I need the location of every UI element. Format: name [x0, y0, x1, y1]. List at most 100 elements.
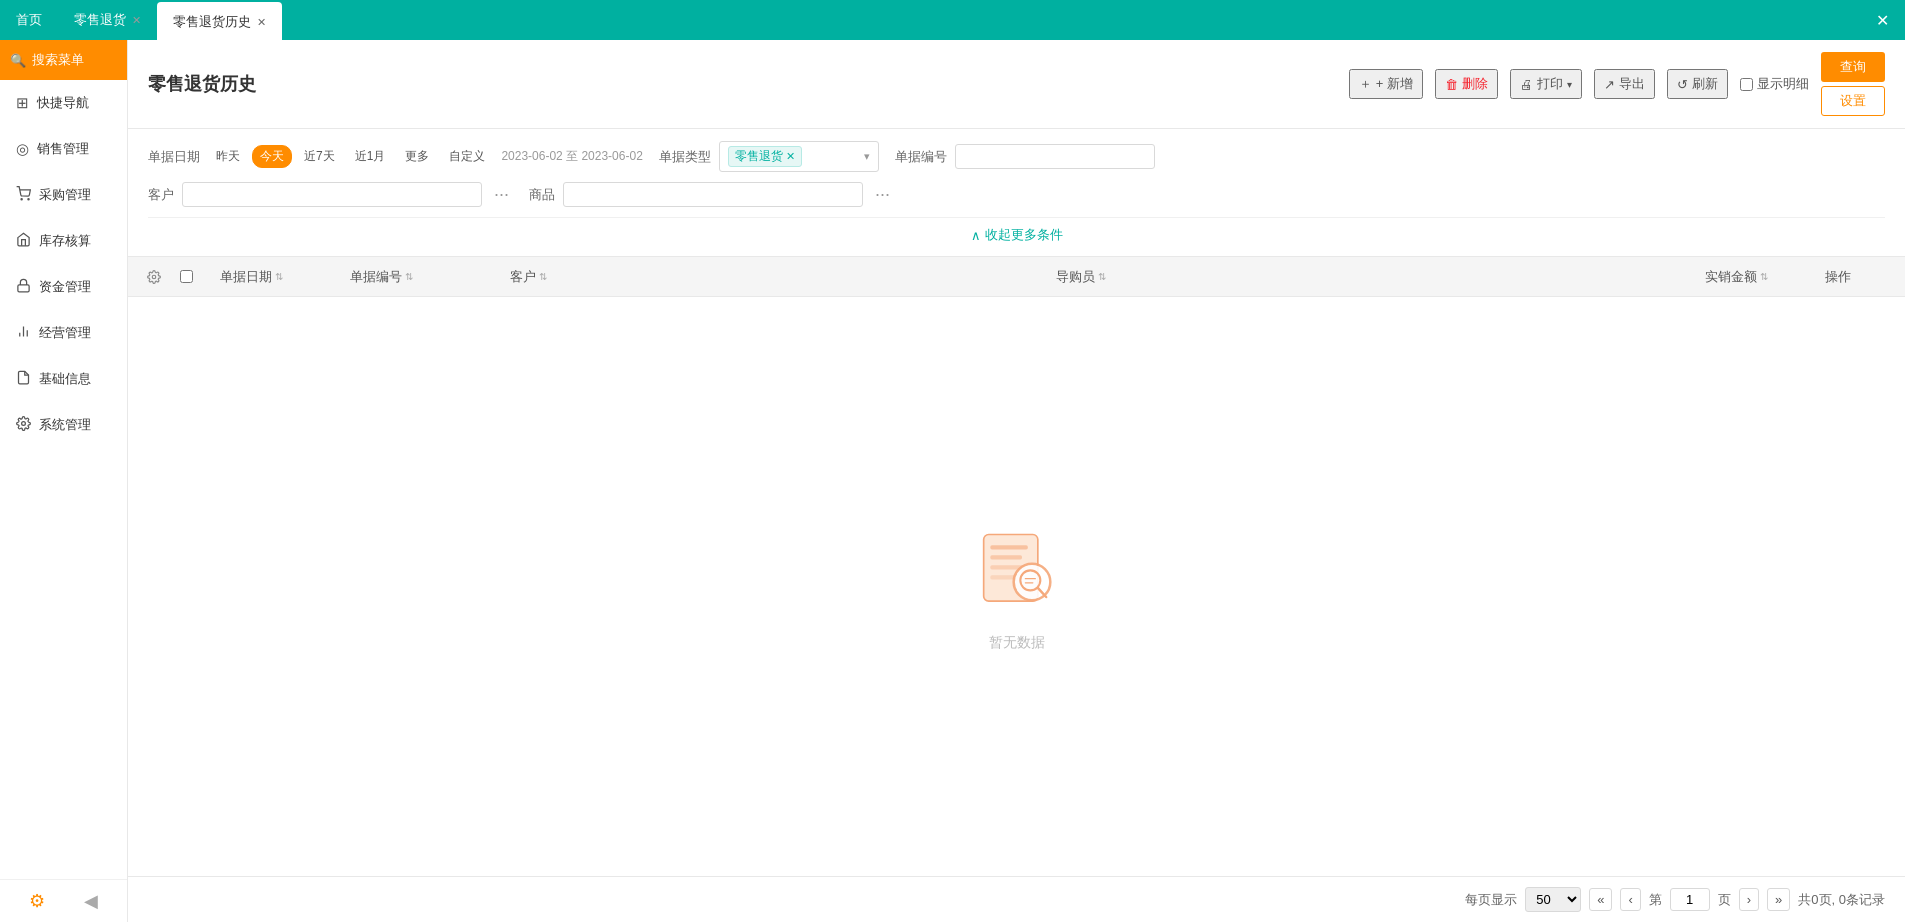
date-btn-yesterday[interactable]: 昨天 — [208, 145, 248, 168]
last-page-button[interactable]: » — [1767, 888, 1790, 911]
th-op-label: 操作 — [1825, 268, 1851, 286]
tab-retail-return-history-label: 零售退货历史 — [173, 13, 251, 31]
show-detail-checkbox[interactable] — [1740, 78, 1753, 91]
print-icon: 🖨 — [1520, 77, 1533, 92]
delete-button[interactable]: 🗑 删除 — [1435, 69, 1498, 99]
first-page-button[interactable]: « — [1589, 888, 1612, 911]
th-setting[interactable] — [136, 270, 172, 284]
th-number-label: 单据编号 — [350, 268, 402, 286]
sidebar-collapse-icon[interactable]: ◀ — [84, 890, 98, 912]
th-customer[interactable]: 客户 ⇅ — [502, 268, 1048, 286]
sort-number-icon: ⇅ — [405, 271, 413, 282]
delete-label: 删除 — [1462, 75, 1488, 93]
close-retail-return-tab[interactable]: ✕ — [132, 14, 141, 27]
page-input[interactable] — [1670, 888, 1710, 911]
per-page-select[interactable]: 20 50 100 — [1525, 887, 1581, 912]
svg-point-7 — [152, 275, 156, 279]
page-label: 第 — [1649, 891, 1662, 909]
th-date[interactable]: 单据日期 ⇅ — [212, 268, 342, 286]
sidebar-item-inventory[interactable]: 库存核算 — [0, 218, 127, 264]
sidebar-item-sys-mgmt[interactable]: 系统管理 — [0, 402, 127, 448]
date-btn-more[interactable]: 更多 — [397, 145, 437, 168]
query-button[interactable]: 查询 — [1821, 52, 1885, 82]
tab-home[interactable]: 首页 — [0, 0, 58, 40]
table-area: 单据日期 ⇅ 单据编号 ⇅ 客户 ⇅ 导购员 ⇅ 实销金额 — [128, 257, 1905, 876]
sidebar-item-finance-label: 资金管理 — [39, 278, 91, 296]
filter-docnumber-input[interactable] — [955, 144, 1155, 169]
sidebar-search-label: 搜索菜单 — [32, 51, 84, 69]
doctype-tag-value: 零售退货 — [735, 148, 783, 165]
close-history-tab[interactable]: ✕ — [257, 16, 266, 29]
new-button[interactable]: ＋ + 新增 — [1349, 69, 1423, 99]
filter-customer-input[interactable] — [182, 182, 482, 207]
set-button[interactable]: 设置 — [1821, 86, 1885, 116]
export-button[interactable]: ↗ 导出 — [1594, 69, 1655, 99]
th-amount-label: 实销金额 — [1705, 268, 1757, 286]
date-btn-custom[interactable]: 自定义 — [441, 145, 493, 168]
th-customer-label: 客户 — [510, 268, 536, 286]
show-detail-checkbox-label[interactable]: 显示明细 — [1740, 75, 1809, 93]
sidebar-item-finance[interactable]: 资金管理 — [0, 264, 127, 310]
finance-icon — [16, 278, 31, 296]
sidebar-item-sales-mgmt[interactable]: ◎ 销售管理 — [0, 126, 127, 172]
th-checkbox[interactable] — [172, 270, 212, 283]
th-date-label: 单据日期 — [220, 268, 272, 286]
sidebar-item-purchase-mgmt[interactable]: 采购管理 — [0, 172, 127, 218]
sidebar-item-sys-label: 系统管理 — [39, 416, 91, 434]
export-icon: ↗ — [1604, 77, 1615, 92]
filter-row-2: 客户 ··· 商品 ··· — [148, 182, 1885, 207]
filter-goods-input[interactable] — [563, 182, 863, 207]
filter-goods-item: 商品 ··· — [529, 182, 894, 207]
date-btn-7days[interactable]: 近7天 — [296, 145, 343, 168]
svg-point-6 — [22, 422, 26, 426]
customer-more-icon[interactable]: ··· — [490, 184, 513, 205]
sidebar-item-inventory-label: 库存核算 — [39, 232, 91, 250]
sidebar: 🔍 搜索菜单 ⊞ 快捷导航 ◎ 销售管理 采购管理 库存核算 资 — [0, 40, 128, 922]
base-info-icon — [16, 370, 31, 388]
sidebar-item-operations[interactable]: 经营管理 — [0, 310, 127, 356]
goods-more-icon[interactable]: ··· — [871, 184, 894, 205]
new-label: + 新增 — [1376, 75, 1413, 93]
filter-docnumber-item: 单据编号 — [895, 144, 1155, 169]
filter-doctype-select[interactable]: 零售退货 ✕ ▾ — [719, 141, 879, 172]
sidebar-search-bar[interactable]: 🔍 搜索菜单 — [0, 40, 127, 80]
filter-date-item: 单据日期 昨天 今天 近7天 近1月 更多 自定义 2023-06-02 至 2… — [148, 145, 643, 168]
tab-retail-return[interactable]: 零售退货 ✕ — [58, 0, 157, 40]
filter-collapse-button[interactable]: ∧ 收起更多条件 — [971, 226, 1063, 244]
print-button[interactable]: 🖨 打印 ▾ — [1510, 69, 1582, 99]
collapse-up-icon: ∧ — [971, 228, 981, 243]
content-area: 零售退货历史 ＋ + 新增 🗑 删除 🖨 打印 ▾ ↗ 导出 — [128, 40, 1905, 922]
sort-customer-icon: ⇅ — [539, 271, 547, 282]
date-btn-1month[interactable]: 近1月 — [347, 145, 394, 168]
tab-home-label: 首页 — [16, 11, 42, 29]
filter-doctype-label: 单据类型 — [659, 148, 711, 166]
sidebar-item-sales-label: 销售管理 — [37, 140, 89, 158]
filter-customer-item: 客户 ··· — [148, 182, 513, 207]
th-number[interactable]: 单据编号 ⇅ — [342, 268, 502, 286]
filter-docnumber-label: 单据编号 — [895, 148, 947, 166]
sidebar-item-quick-nav[interactable]: ⊞ 快捷导航 — [0, 80, 127, 126]
sort-date-icon: ⇅ — [275, 271, 283, 282]
main-layout: 🔍 搜索菜单 ⊞ 快捷导航 ◎ 销售管理 采购管理 库存核算 资 — [0, 40, 1905, 922]
doctype-tag-remove[interactable]: ✕ — [786, 150, 795, 163]
svg-rect-12 — [990, 575, 1015, 579]
new-icon: ＋ — [1359, 75, 1372, 93]
window-close-button[interactable]: ✕ — [1860, 11, 1905, 30]
sidebar-settings-icon[interactable]: ⚙ — [29, 890, 45, 912]
next-page-button[interactable]: › — [1739, 888, 1759, 911]
sidebar-item-base-info[interactable]: 基础信息 — [0, 356, 127, 402]
refresh-button[interactable]: ↺ 刷新 — [1667, 69, 1728, 99]
th-guide[interactable]: 导购员 ⇅ — [1048, 268, 1168, 286]
date-btn-today[interactable]: 今天 — [252, 145, 292, 168]
inventory-icon — [16, 232, 31, 250]
th-amount[interactable]: 实销金额 ⇅ — [1697, 268, 1817, 286]
export-label: 导出 — [1619, 75, 1645, 93]
tab-retail-return-history[interactable]: 零售退货历史 ✕ — [157, 2, 282, 42]
sidebar-item-base-info-label: 基础信息 — [39, 370, 91, 388]
table-select-all-checkbox[interactable] — [180, 270, 193, 283]
prev-page-button[interactable]: ‹ — [1620, 888, 1640, 911]
filter-customer-label: 客户 — [148, 186, 174, 204]
sidebar-item-purchase-label: 采购管理 — [39, 186, 91, 204]
purchase-icon — [16, 186, 31, 204]
svg-point-1 — [28, 199, 29, 200]
